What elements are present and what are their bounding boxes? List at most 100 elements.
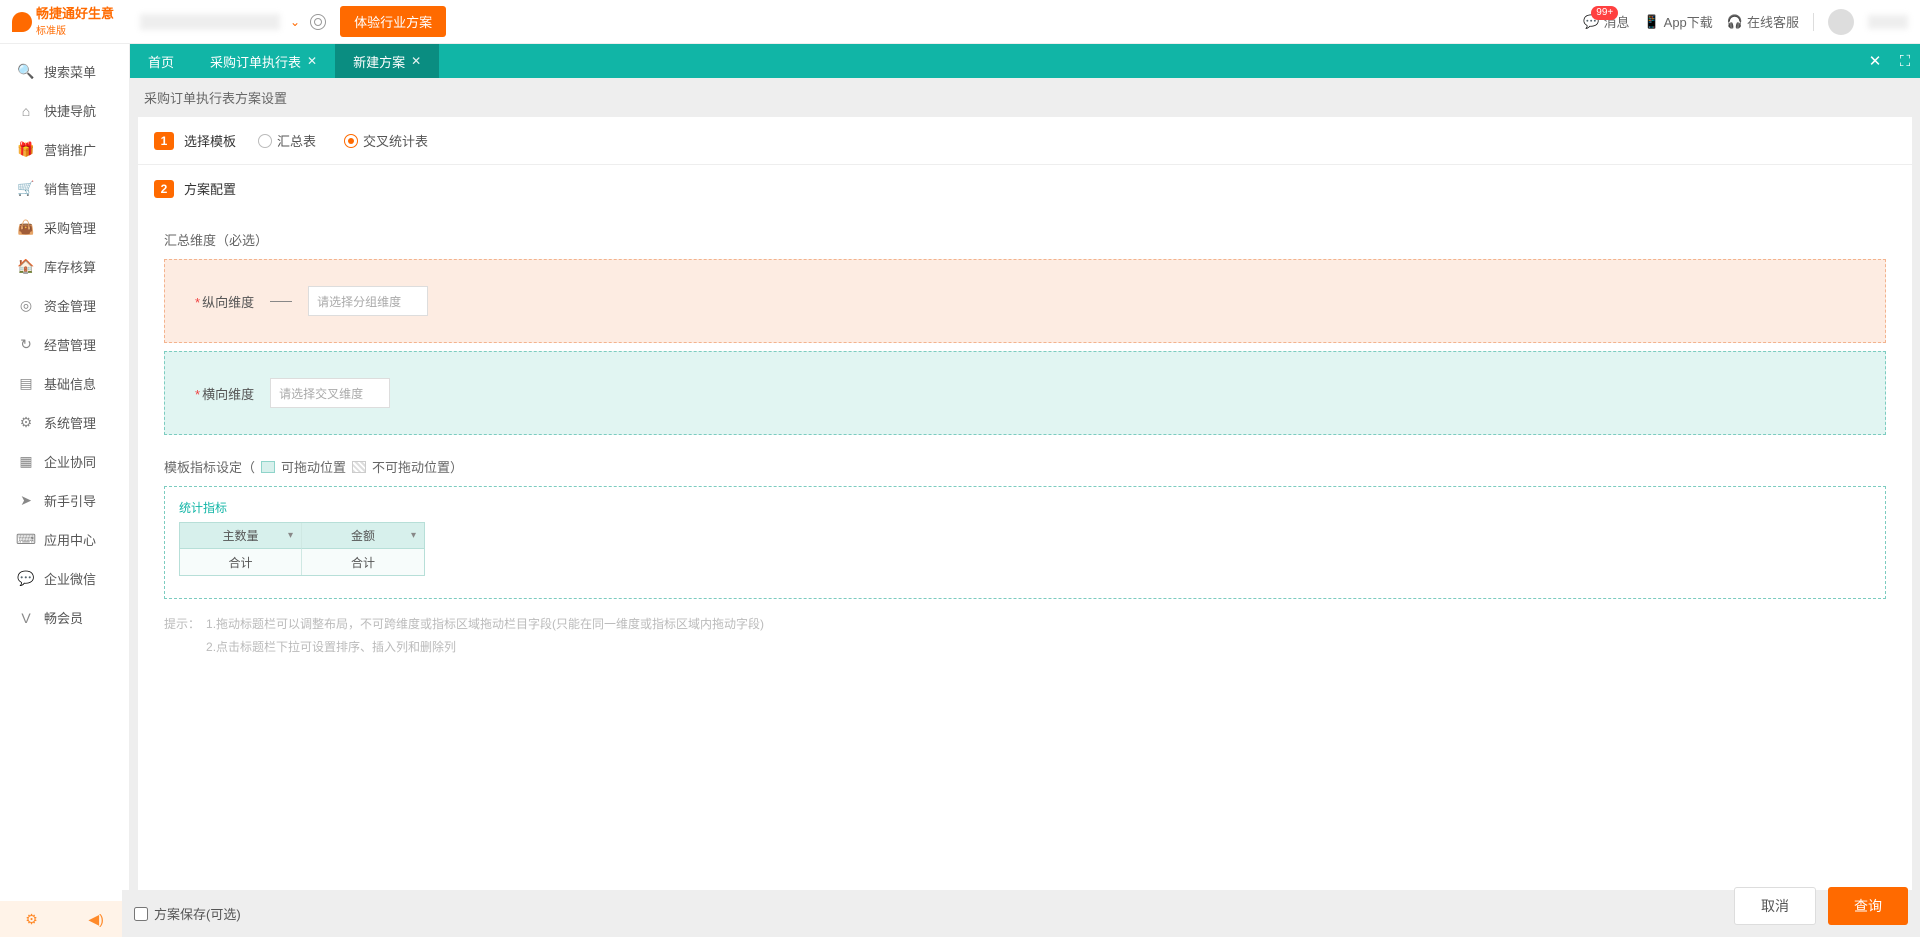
- horizontal-dim-selector[interactable]: 请选择交叉维度: [270, 378, 390, 408]
- home-icon: ⌂: [18, 103, 34, 119]
- step-1-badge: 1: [154, 132, 174, 150]
- house-icon: 🏠: [18, 259, 34, 275]
- hint-1: 1.拖动标题栏可以调整布局，不可跨维度或指标区域拖动栏目字段(只能在同一维度或指…: [206, 613, 764, 636]
- fullscreen-icon[interactable]: ⛶: [1890, 53, 1920, 70]
- gift-icon: 🎁: [18, 142, 34, 158]
- org-name: [140, 14, 280, 30]
- tab-bar: 首页 采购订单执行表 ✕ 新建方案 ✕ ✕ ⛶: [130, 44, 1920, 78]
- sidebar-item-3[interactable]: 🛒销售管理: [0, 169, 129, 208]
- breadcrumb: 采购订单执行表方案设置: [130, 78, 1920, 117]
- indicator-title: 统计指标: [179, 499, 1871, 516]
- sidebar: 🔍搜索菜单 ⌂ 快捷导航 🎁 营销推广 🛒销售管理 👜 采购管理 🏠库存核算◎资金管理↻经营管理…: [0, 44, 130, 937]
- sidebar-item-8[interactable]: ▤基础信息: [0, 364, 129, 403]
- step-1-row: 1 选择模板 汇总表 交叉统计表: [138, 117, 1912, 165]
- indicator-box: 统计指标 主数量 ▾ 金额 ▾ 合计 合计: [164, 486, 1886, 599]
- app-download-link[interactable]: 📱 App下载: [1643, 12, 1712, 31]
- draggable-swatch-icon: [261, 461, 275, 473]
- sidebar-item-7[interactable]: ↻经营管理: [0, 325, 129, 364]
- sidebar-item-label: 销售管理: [44, 179, 96, 198]
- sidebar-item-6[interactable]: ◎资金管理: [0, 286, 129, 325]
- sidebar-item-label: 基础信息: [44, 374, 96, 393]
- indicator-legend: 模板指标设定（ 可拖动位置 不可拖动位置）: [164, 457, 1886, 476]
- org-selector[interactable]: ⌄: [140, 14, 310, 30]
- template-cross-radio[interactable]: 交叉统计表: [344, 131, 428, 150]
- bag-icon: 👜: [18, 220, 34, 236]
- sidebar-collapse-icon[interactable]: ◀): [88, 911, 103, 928]
- brand-edition: 标准版: [36, 22, 114, 37]
- trial-button[interactable]: 体验行业方案: [340, 6, 446, 37]
- sidebar-item-4[interactable]: 👜 采购管理: [0, 208, 129, 247]
- sidebar-settings-icon[interactable]: ⚙: [25, 911, 38, 928]
- sidebar-item-label: 系统管理: [44, 413, 96, 432]
- query-button[interactable]: 查询: [1828, 887, 1908, 925]
- support-link[interactable]: 🎧 在线客服: [1727, 12, 1799, 31]
- template-cross-label: 交叉统计表: [363, 131, 428, 150]
- indicator-table: 主数量 ▾ 金额 ▾ 合计 合计: [179, 522, 425, 576]
- tab-0[interactable]: 首页: [130, 44, 192, 78]
- tab-close-all-icon[interactable]: ✕: [1860, 52, 1890, 70]
- sidebar-item-0[interactable]: 🔍搜索菜单: [0, 52, 129, 91]
- tab-2[interactable]: 新建方案 ✕: [335, 44, 439, 78]
- indicator-col-qty[interactable]: 主数量 ▾: [180, 523, 302, 549]
- chevron-down-icon: ▾: [288, 530, 293, 541]
- chevron-down-icon: ▾: [411, 530, 416, 541]
- save-scheme-checkbox[interactable]: [134, 907, 148, 921]
- tv-icon: ⌨: [18, 532, 34, 548]
- user-avatar[interactable]: [1828, 9, 1854, 35]
- sidebar-item-label: 采购管理: [44, 218, 96, 237]
- arrow-icon: ➤: [18, 493, 34, 509]
- tab-label: 采购订单执行表: [210, 52, 301, 71]
- sidebar-item-label: 企业微信: [44, 569, 96, 588]
- grid-icon: ▦: [18, 454, 34, 470]
- hints-block: 提示：1.拖动标题栏可以调整布局，不可跨维度或指标区域拖动栏目字段(只能在同一维…: [164, 613, 1886, 659]
- nondraggable-swatch-icon: [352, 461, 366, 473]
- step-2-row: 2 方案配置: [138, 165, 1912, 212]
- save-scheme-row: 方案保存(可选): [122, 890, 1920, 937]
- step-2-title: 方案配置: [184, 179, 236, 198]
- hint-2: 2.点击标题栏下拉可设置排序、插入列和删除列: [206, 636, 456, 659]
- sidebar-footer: ⚙ ◀): [0, 901, 129, 937]
- sidebar-item-11[interactable]: ➤ 新手引导: [0, 481, 129, 520]
- tab-label: 新建方案: [353, 52, 405, 71]
- sidebar-item-label: 经营管理: [44, 335, 96, 354]
- settings-icon[interactable]: [310, 14, 326, 30]
- indicator-total-qty: 合计: [180, 549, 302, 575]
- tab-1[interactable]: 采购订单执行表 ✕: [192, 44, 335, 78]
- horizontal-dim-label: *横向维度: [195, 384, 254, 403]
- footer-actions: 取消 查询: [1734, 887, 1908, 925]
- connector-line: [270, 301, 292, 302]
- sidebar-item-label: 企业协同: [44, 452, 96, 471]
- horizontal-dim-placeholder: 请选择交叉维度: [279, 385, 363, 402]
- indicator-setting-label: 模板指标设定（: [164, 457, 255, 476]
- sidebar-item-1[interactable]: ⌂ 快捷导航: [0, 91, 129, 130]
- step-2-badge: 2: [154, 180, 174, 198]
- indicator-total-amt: 合计: [302, 549, 424, 575]
- template-summary-label: 汇总表: [277, 131, 316, 150]
- search-icon: 🔍: [18, 64, 34, 80]
- radio-icon: [258, 134, 272, 148]
- sidebar-item-10[interactable]: ▦ 企业协同: [0, 442, 129, 481]
- config-panel: 1 选择模板 汇总表 交叉统计表 2 方案配置 汇总维度（必选） *纵向维度 请…: [138, 117, 1912, 890]
- app-download-label: App下载: [1664, 12, 1713, 31]
- sidebar-item-9[interactable]: ⚙系统管理: [0, 403, 129, 442]
- step-1-title: 选择模板: [184, 131, 236, 150]
- vertical-dim-selector[interactable]: 请选择分组维度: [308, 286, 428, 316]
- cancel-button[interactable]: 取消: [1734, 887, 1816, 925]
- sidebar-item-5[interactable]: 🏠库存核算: [0, 247, 129, 286]
- radio-icon: [344, 134, 358, 148]
- template-summary-radio[interactable]: 汇总表: [258, 131, 316, 150]
- sidebar-item-label: 新手引导: [44, 491, 96, 510]
- sidebar-item-13[interactable]: 💬企业微信: [0, 559, 129, 598]
- vertical-dimension-box: *纵向维度 请选择分组维度: [164, 259, 1886, 343]
- sidebar-item-label: 营销推广: [44, 140, 96, 159]
- sidebar-item-14[interactable]: V畅会员: [0, 598, 129, 637]
- tab-label: 首页: [148, 52, 174, 71]
- close-icon[interactable]: ✕: [411, 54, 421, 68]
- indicator-col-amt[interactable]: 金额 ▾: [302, 523, 424, 549]
- messages-link[interactable]: 💬 99+ 消息: [1583, 12, 1629, 31]
- sidebar-item-12[interactable]: ⌨应用中心: [0, 520, 129, 559]
- horizontal-dimension-box: *横向维度 请选择交叉维度: [164, 351, 1886, 435]
- sidebar-item-2[interactable]: 🎁 营销推广: [0, 130, 129, 169]
- close-icon[interactable]: ✕: [307, 54, 317, 68]
- sidebar-item-label: 快捷导航: [44, 101, 96, 120]
